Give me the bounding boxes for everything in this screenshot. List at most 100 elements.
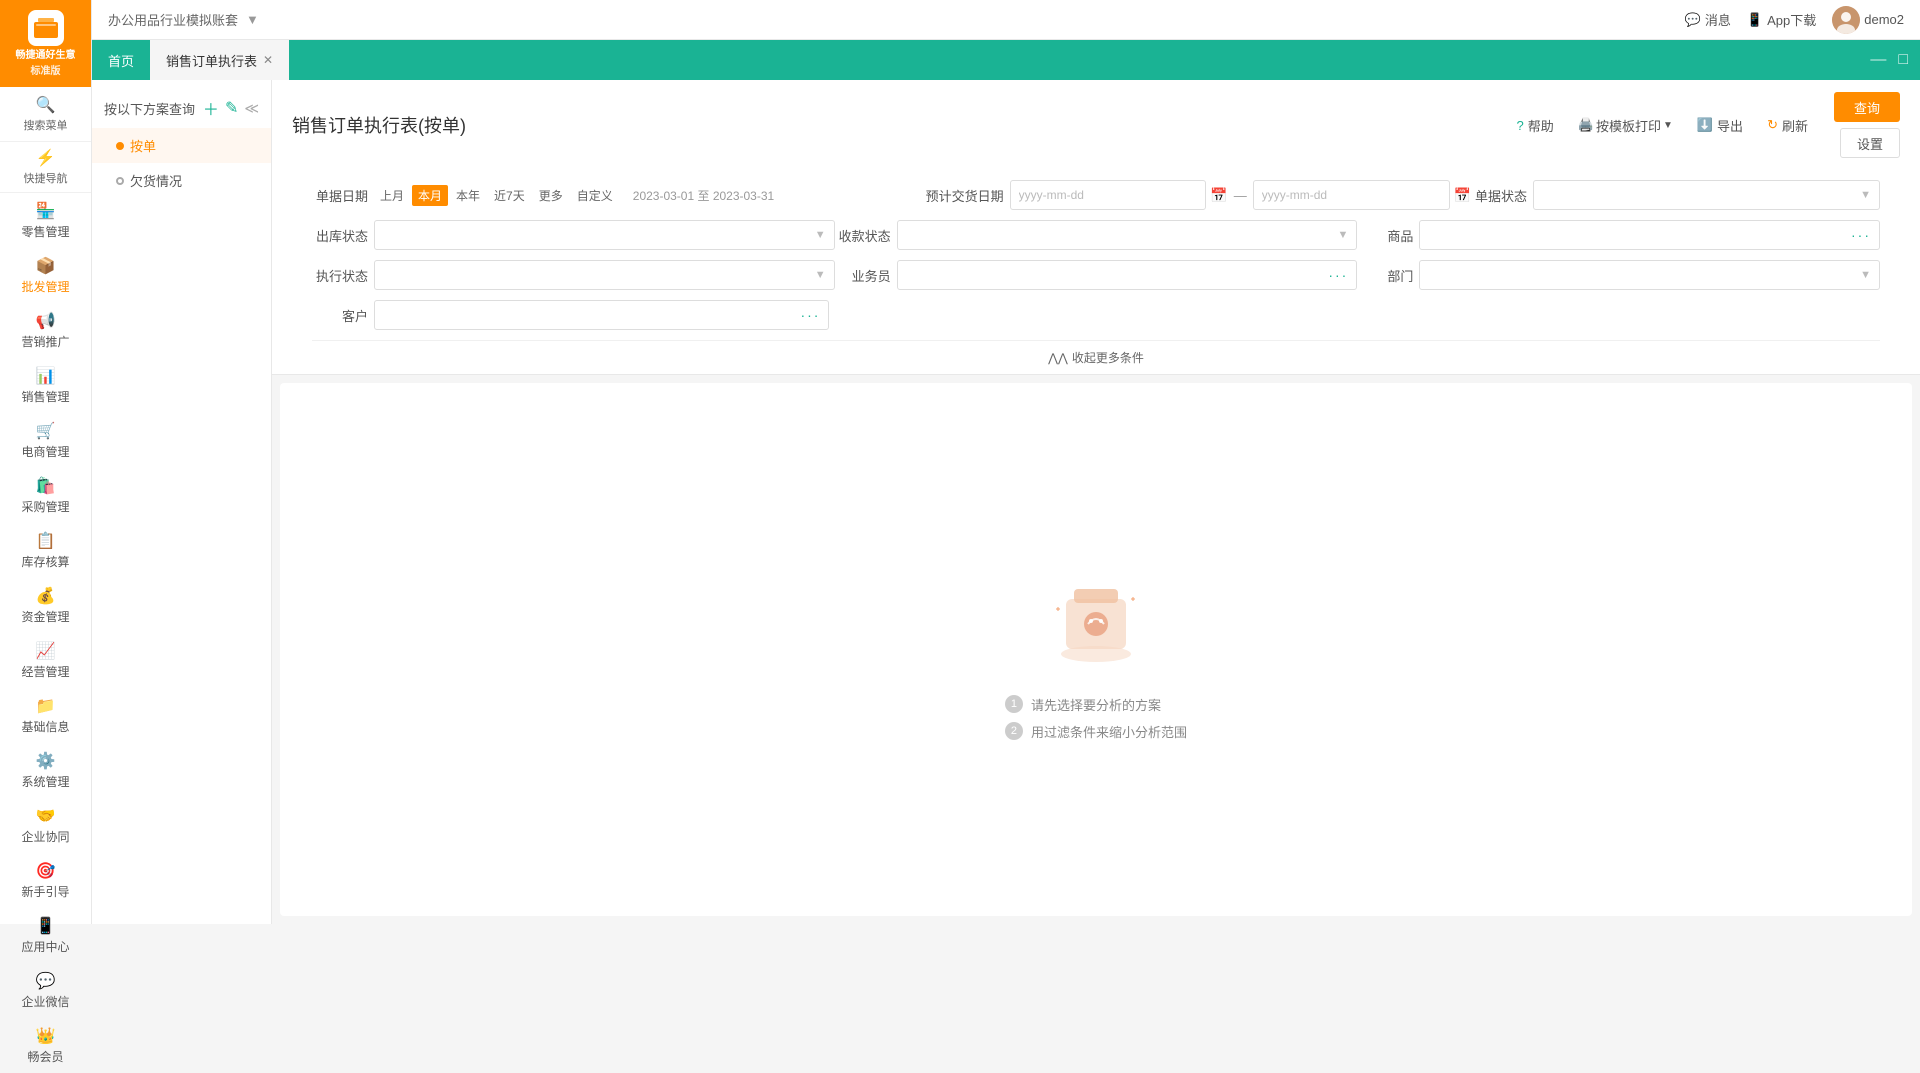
tab-close-icon[interactable]: ✕ xyxy=(263,53,273,67)
search-label: 搜索菜单 xyxy=(24,117,68,133)
reset-button[interactable]: 设置 xyxy=(1840,128,1900,158)
salesperson-dots-icon: ··· xyxy=(1328,267,1348,283)
search-icon: 🔍 xyxy=(36,95,56,115)
sidebar-item-finance[interactable]: 💰 资金管理 xyxy=(0,578,91,633)
inventory-label: 库存核算 xyxy=(21,553,69,570)
breadcrumb-chevron: ▼ xyxy=(246,12,259,27)
help-btn[interactable]: ? 帮助 xyxy=(1511,112,1560,139)
sidebar-item-ecommerce[interactable]: 🛒 电商管理 xyxy=(0,413,91,468)
sidebar-item-system[interactable]: ⚙️ 系统管理 xyxy=(0,743,91,798)
sidebar-item-appstore[interactable]: 📱 应用中心 xyxy=(0,908,91,963)
filter-collapse-icon[interactable]: ≪ xyxy=(244,100,259,117)
date-from-calendar-icon[interactable]: 📅 xyxy=(1210,187,1227,204)
sidebar-item-guide[interactable]: 🎯 新手引导 xyxy=(0,853,91,908)
search-button[interactable]: 查询 xyxy=(1834,92,1900,122)
sidebar-item-purchase[interactable]: 🛍️ 采购管理 xyxy=(0,468,91,523)
exec-status-select[interactable]: ▼ xyxy=(374,260,835,290)
sidebar-item-marketing[interactable]: 📢 营销推广 xyxy=(0,303,91,358)
collab-icon: 🤝 xyxy=(36,806,56,826)
dept-select[interactable]: ▼ xyxy=(1419,260,1880,290)
date-tab-thisyear[interactable]: 本年 xyxy=(450,185,486,206)
sidebar-search[interactable]: 🔍 搜索菜单 xyxy=(0,87,91,142)
date-tab-7days[interactable]: 近7天 xyxy=(488,185,531,206)
date-tab-more[interactable]: 更多 xyxy=(533,185,569,206)
user-label: demo2 xyxy=(1864,12,1904,27)
retail-icon: 🏪 xyxy=(36,201,56,221)
filter-item-order[interactable]: 按单 xyxy=(92,128,271,163)
collapse-label: 收起更多条件 xyxy=(1072,349,1144,366)
date-tab-lastmonth[interactable]: 上月 xyxy=(374,185,410,206)
help-label: 帮助 xyxy=(1528,116,1554,135)
search-btn-group: 查询 设置 xyxy=(1834,92,1900,158)
app-download-btn[interactable]: 📱 App下载 xyxy=(1747,10,1816,29)
dept-chevron-icon: ▼ xyxy=(1860,269,1871,281)
payment-status-select[interactable]: ▼ xyxy=(897,220,1358,250)
print-btn[interactable]: 🖨️ 按模板打印 ▼ xyxy=(1572,112,1679,139)
sidebar-item-baseinfo[interactable]: 📁 基础信息 xyxy=(0,688,91,743)
filter-edit-icon[interactable]: ✎ xyxy=(225,98,238,118)
sidebar-item-inventory[interactable]: 📋 库存核算 xyxy=(0,523,91,578)
customer-input[interactable]: ··· xyxy=(374,300,829,330)
sidebar-item-member[interactable]: 👑 畅会员 xyxy=(0,1018,91,1073)
tab-sales-order[interactable]: 销售订单执行表 ✕ xyxy=(150,40,289,80)
sidebar-quicknav[interactable]: ⚡ 快捷导航 xyxy=(0,142,91,193)
date-range-display: 2023-03-01 至 2023-03-31 xyxy=(633,187,774,204)
date-label: 单据日期 xyxy=(312,186,368,205)
avatar xyxy=(1832,6,1860,34)
tabbar: 首页 销售订单执行表 ✕ — □ xyxy=(92,40,1920,80)
page-content: 按以下方案查询 ＋ ✎ ≪ 按单 欠货情况 销售订单执行表(按单) xyxy=(92,80,1920,924)
management-icon: 📈 xyxy=(36,641,56,661)
sidebar-item-sales[interactable]: 📊 销售管理 xyxy=(0,358,91,413)
guide-icon: 🎯 xyxy=(36,861,56,881)
empty-tips: 1 请先选择要分析的方案 2 用过滤条件来缩小分析范围 xyxy=(1005,695,1187,741)
topbar-actions: 💬 消息 📱 App下载 demo2 xyxy=(1685,6,1904,34)
print-label: 按模板打印 xyxy=(1596,116,1661,135)
app-download-label: App下载 xyxy=(1767,10,1816,29)
topbar: 办公用品行业模拟账套 ▼ 💬 消息 📱 App下载 demo2 xyxy=(92,0,1920,40)
refresh-btn[interactable]: ↻ 刷新 xyxy=(1761,112,1814,139)
date-tabs: 上月 本月 本年 近7天 更多 自定义 xyxy=(374,185,619,206)
doc-status-select[interactable]: ▼ xyxy=(1533,180,1880,210)
main-area: 办公用品行业模拟账套 ▼ 💬 消息 📱 App下载 demo2 首页 xyxy=(92,0,1920,924)
message-btn[interactable]: 💬 消息 xyxy=(1685,10,1731,29)
collapse-btn[interactable]: ⋀⋀ 收起更多条件 xyxy=(312,340,1880,370)
sidebar-item-retail[interactable]: 🏪 零售管理 xyxy=(0,193,91,248)
page-title: 销售订单执行表(按单) xyxy=(292,112,466,138)
app-version: 标准版 xyxy=(31,62,61,77)
collapse-arrows-icon: ⋀⋀ xyxy=(1048,351,1068,365)
refresh-label: 刷新 xyxy=(1782,116,1808,135)
sidebar-item-wholesale[interactable]: 📦 批发管理 xyxy=(0,248,91,303)
date-to-calendar-icon[interactable]: 📅 xyxy=(1454,187,1471,204)
sidebar-item-wechat[interactable]: 💬 企业微信 xyxy=(0,963,91,1018)
filter-panel: 按以下方案查询 ＋ ✎ ≪ 按单 欠货情况 xyxy=(92,80,272,924)
tab-minimize-btn[interactable]: — xyxy=(1866,47,1890,73)
filter-section: 单据日期 上月 本月 本年 近7天 更多 自定义 20 xyxy=(292,170,1900,374)
wechat-icon: 💬 xyxy=(36,971,56,991)
date-to-input[interactable] xyxy=(1253,180,1450,210)
goods-input[interactable]: ··· xyxy=(1419,220,1880,250)
empty-state: 1 请先选择要分析的方案 2 用过滤条件来缩小分析范围 xyxy=(280,383,1912,916)
date-tab-custom[interactable]: 自定义 xyxy=(571,185,619,206)
payment-status-cell: 收款状态 ▼ xyxy=(835,220,1358,250)
sidebar-item-management[interactable]: 📈 经营管理 xyxy=(0,633,91,688)
date-cell: 单据日期 上月 本月 本年 近7天 更多 自定义 20 xyxy=(312,185,926,206)
salesperson-label: 业务员 xyxy=(835,266,891,285)
date-tabs-group: 上月 本月 本年 近7天 更多 自定义 2023-03-01 至 2023-03… xyxy=(374,185,926,206)
user-avatar-btn[interactable]: demo2 xyxy=(1832,6,1904,34)
filter-row-1: 单据日期 上月 本月 本年 近7天 更多 自定义 20 xyxy=(312,180,1880,210)
tab-actions: — □ xyxy=(1866,47,1920,73)
sidebar-item-collab[interactable]: 🤝 企业协同 xyxy=(0,798,91,853)
date-tab-thismonth[interactable]: 本月 xyxy=(412,185,448,206)
content-area: 销售订单执行表(按单) ? 帮助 🖨️ 按模板打印 ▼ ⬇️ xyxy=(272,80,1920,924)
salesperson-input[interactable]: ··· xyxy=(897,260,1358,290)
wechat-label: 企业微信 xyxy=(21,993,69,1010)
export-btn[interactable]: ⬇️ 导出 xyxy=(1691,112,1749,139)
date-from-input[interactable] xyxy=(1010,180,1207,210)
filter-add-icon[interactable]: ＋ xyxy=(203,96,219,120)
delivery-status-select[interactable]: ▼ xyxy=(374,220,835,250)
tab-home[interactable]: 首页 xyxy=(92,40,150,80)
help-icon: ? xyxy=(1517,118,1524,133)
empty-tip-1: 1 请先选择要分析的方案 xyxy=(1005,695,1187,714)
filter-item-shortage[interactable]: 欠货情况 xyxy=(92,163,271,198)
tab-maximize-btn[interactable]: □ xyxy=(1894,47,1912,73)
